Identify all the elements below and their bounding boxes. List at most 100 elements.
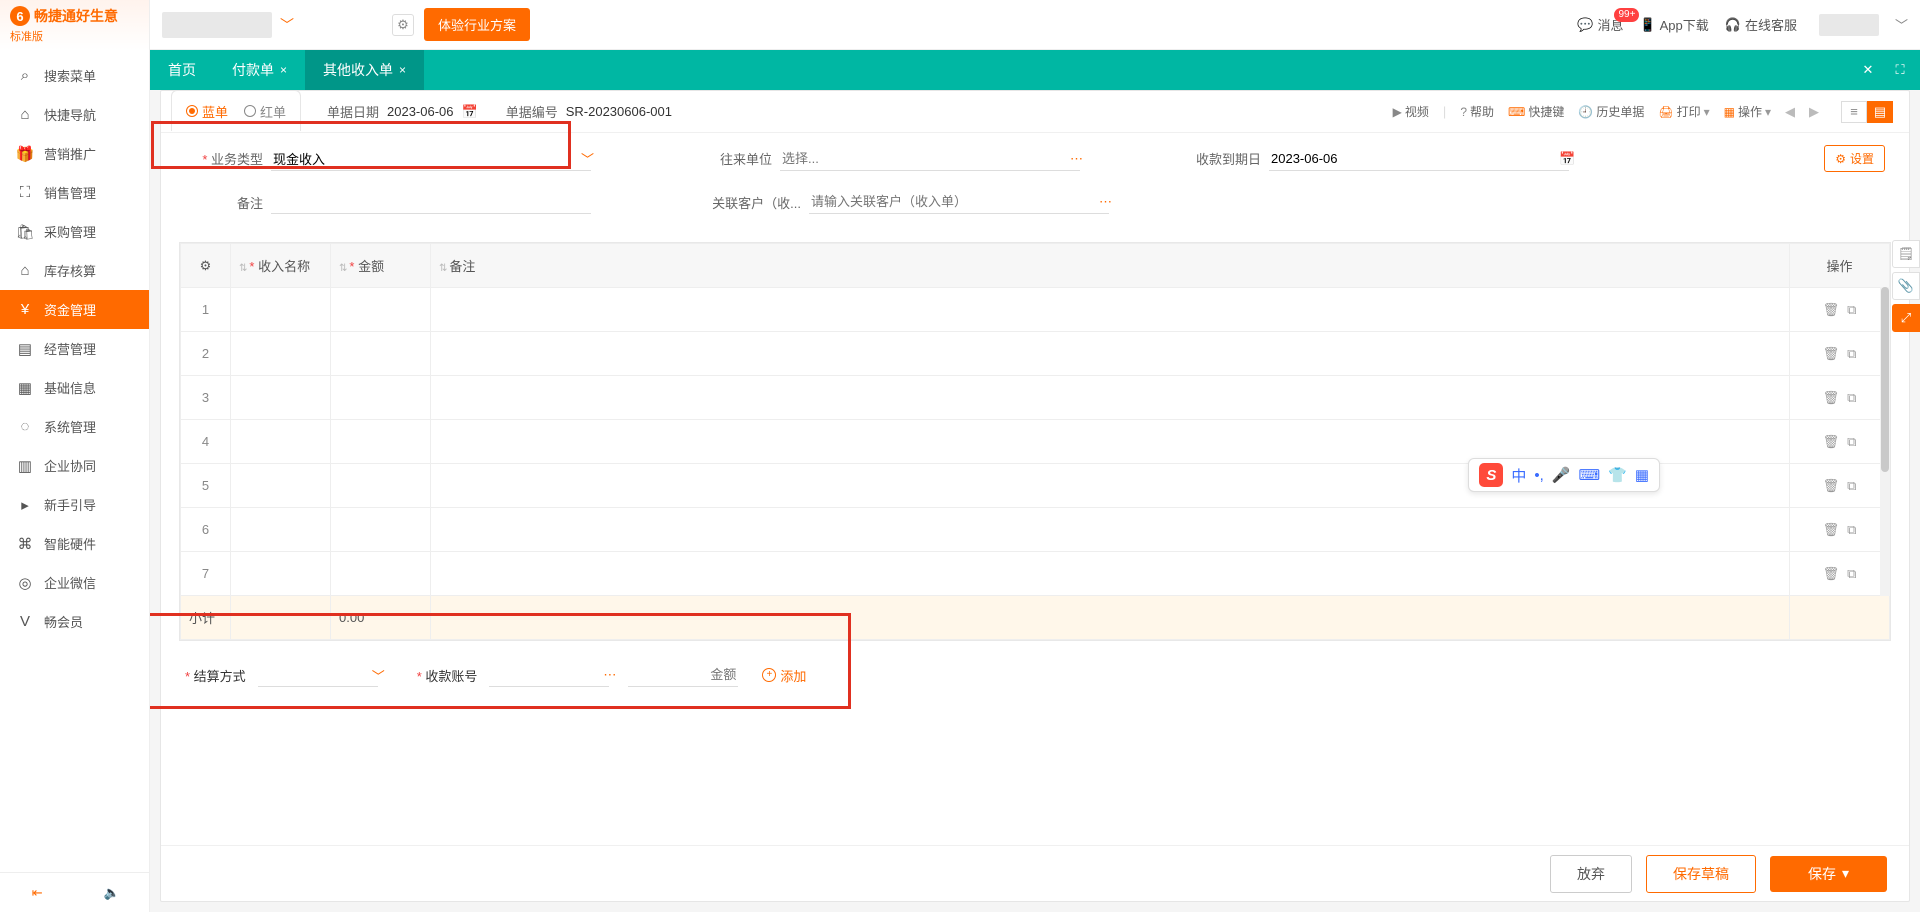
trial-button[interactable]: 体验行业方案 — [424, 8, 530, 41]
sidebar-item-3[interactable]: ⛶销售管理 — [0, 173, 149, 212]
cell-remark[interactable] — [431, 420, 1790, 464]
row-copy-icon[interactable]: ⧉ — [1847, 390, 1856, 406]
cell-amount[interactable] — [331, 508, 431, 552]
row-copy-icon[interactable]: ⧉ — [1847, 434, 1856, 450]
rel-cust-input[interactable] — [809, 190, 1109, 214]
due-date-input[interactable] — [1269, 147, 1569, 171]
discard-button[interactable]: 放弃 — [1550, 855, 1632, 893]
prev-button[interactable]: ◀ — [1785, 104, 1795, 120]
help-button[interactable]: ?帮助 — [1460, 103, 1494, 120]
sidebar-item-14[interactable]: V畅会员 — [0, 602, 149, 641]
cell-income-name[interactable] — [231, 464, 331, 508]
table-row[interactable]: 4🗑⧉ — [181, 420, 1890, 464]
cell-income-name[interactable] — [231, 508, 331, 552]
table-scrollbar[interactable] — [1880, 287, 1890, 596]
doc-date-value[interactable]: 2023-06-06 — [387, 104, 454, 119]
table-gear-icon[interactable]: ⚙ — [200, 258, 212, 273]
online-service-button[interactable]: 🎧 在线客服 — [1725, 15, 1797, 34]
shortcut-button[interactable]: ⌨快捷键 — [1508, 103, 1564, 120]
sort-icon[interactable]: ⇅ — [439, 263, 447, 274]
cell-income-name[interactable] — [231, 376, 331, 420]
ime-skin-icon[interactable]: 👕 — [1608, 466, 1627, 484]
cell-income-name[interactable] — [231, 420, 331, 464]
next-button[interactable]: ▶ — [1809, 104, 1819, 120]
save-button[interactable]: 保存▾ — [1770, 856, 1887, 892]
cell-income-name[interactable] — [231, 552, 331, 596]
row-copy-icon[interactable]: ⧉ — [1847, 566, 1856, 582]
view-form-button[interactable]: ▤ — [1867, 101, 1893, 123]
collapse-button[interactable]: ⇤ — [0, 873, 75, 912]
cell-amount[interactable] — [331, 288, 431, 332]
row-delete-icon[interactable]: 🗑 — [1823, 566, 1840, 582]
sidebar-item-10[interactable]: ▥企业协同 — [0, 446, 149, 485]
ime-keyboard-icon[interactable]: ⌨ — [1578, 466, 1600, 484]
tab-2[interactable]: 其他收入单× — [305, 50, 424, 90]
settings-button[interactable]: ⚙设置 — [1824, 145, 1885, 172]
calendar-icon[interactable]: 📅 — [1559, 151, 1575, 167]
settle-amount-input[interactable] — [628, 663, 738, 687]
cell-income-name[interactable] — [231, 332, 331, 376]
ime-lang[interactable]: 中 — [1511, 465, 1526, 486]
cell-remark[interactable] — [431, 508, 1790, 552]
tab-0[interactable]: 首页 — [150, 50, 214, 90]
cell-remark[interactable] — [431, 332, 1790, 376]
calendar-icon[interactable]: 📅 — [462, 104, 478, 120]
row-copy-icon[interactable]: ⧉ — [1847, 346, 1856, 362]
cell-amount[interactable] — [331, 464, 431, 508]
sidebar-item-5[interactable]: ⌂库存核算 — [0, 251, 149, 290]
view-list-button[interactable]: ≡ — [1841, 101, 1867, 123]
row-delete-icon[interactable]: 🗑 — [1823, 478, 1840, 494]
tab-close-all[interactable]: ✕ — [1854, 56, 1882, 84]
ime-bar[interactable]: S 中 •, 🎤 ⌨ 👕 ▦ — [1468, 458, 1660, 492]
more-icon[interactable]: ⋯ — [1099, 194, 1112, 210]
table-row[interactable]: 6🗑⧉ — [181, 508, 1890, 552]
cell-remark[interactable] — [431, 552, 1790, 596]
org-selector[interactable]: ﹀ — [162, 12, 382, 38]
history-button[interactable]: 🕘历史单据 — [1578, 103, 1644, 120]
sidebar-item-12[interactable]: ⌘智能硬件 — [0, 524, 149, 563]
row-delete-icon[interactable]: 🗑 — [1823, 434, 1840, 450]
remark-input[interactable] — [271, 190, 591, 214]
sidebar-item-7[interactable]: ▤经营管理 — [0, 329, 149, 368]
more-icon[interactable]: ⋯ — [1070, 151, 1083, 167]
cell-remark[interactable] — [431, 288, 1790, 332]
settle-account-input[interactable] — [489, 663, 609, 687]
video-button[interactable]: ▶视频 — [1393, 103, 1429, 120]
side-tool-note[interactable]: 🗒 — [1892, 240, 1920, 268]
messages-button[interactable]: 💬 消息 99+ — [1577, 15, 1623, 34]
radio-red[interactable]: 红单 — [244, 102, 286, 121]
ime-mic-icon[interactable]: 🎤 — [1552, 466, 1571, 484]
app-download-button[interactable]: 📱 App下载 — [1639, 15, 1708, 34]
sidebar-item-2[interactable]: 🎁营销推广 — [0, 134, 149, 173]
row-delete-icon[interactable]: 🗑 — [1823, 346, 1840, 362]
sidebar-item-0[interactable]: ⌕搜索菜单 — [0, 56, 149, 95]
tab-fullscreen[interactable]: ⛶ — [1886, 56, 1914, 84]
biz-type-input[interactable] — [271, 147, 591, 171]
row-delete-icon[interactable]: 🗑 — [1823, 522, 1840, 538]
gear-icon[interactable]: ⚙ — [392, 14, 414, 36]
sidebar-item-4[interactable]: 🛍采购管理 — [0, 212, 149, 251]
tab-1[interactable]: 付款单× — [214, 50, 305, 90]
row-delete-icon[interactable]: 🗑 — [1823, 390, 1840, 406]
chevron-down-icon[interactable]: ﹀ — [1895, 15, 1908, 34]
sort-icon[interactable]: ⇅ — [239, 263, 247, 274]
side-tool-expand[interactable]: ⤢ — [1892, 304, 1920, 332]
tab-close-icon[interactable]: × — [399, 63, 406, 77]
tab-close-icon[interactable]: × — [280, 63, 287, 77]
table-row[interactable]: 2🗑⧉ — [181, 332, 1890, 376]
sort-icon[interactable]: ⇅ — [339, 263, 347, 274]
ime-punct-icon[interactable]: •, — [1534, 467, 1543, 484]
sidebar-item-13[interactable]: ◎企业微信 — [0, 563, 149, 602]
sidebar-item-8[interactable]: ▦基础信息 — [0, 368, 149, 407]
cell-remark[interactable] — [431, 376, 1790, 420]
row-copy-icon[interactable]: ⧉ — [1847, 478, 1856, 494]
cell-amount[interactable] — [331, 552, 431, 596]
operate-button[interactable]: ▦操作▾ — [1724, 103, 1771, 120]
cell-amount[interactable] — [331, 332, 431, 376]
sound-button[interactable]: 🔈 — [75, 873, 150, 912]
cell-amount[interactable] — [331, 376, 431, 420]
partner-input[interactable] — [780, 147, 1080, 171]
sidebar-item-9[interactable]: ◌系统管理 — [0, 407, 149, 446]
settle-method-input[interactable] — [258, 663, 378, 687]
more-icon[interactable]: ⋯ — [603, 667, 616, 683]
